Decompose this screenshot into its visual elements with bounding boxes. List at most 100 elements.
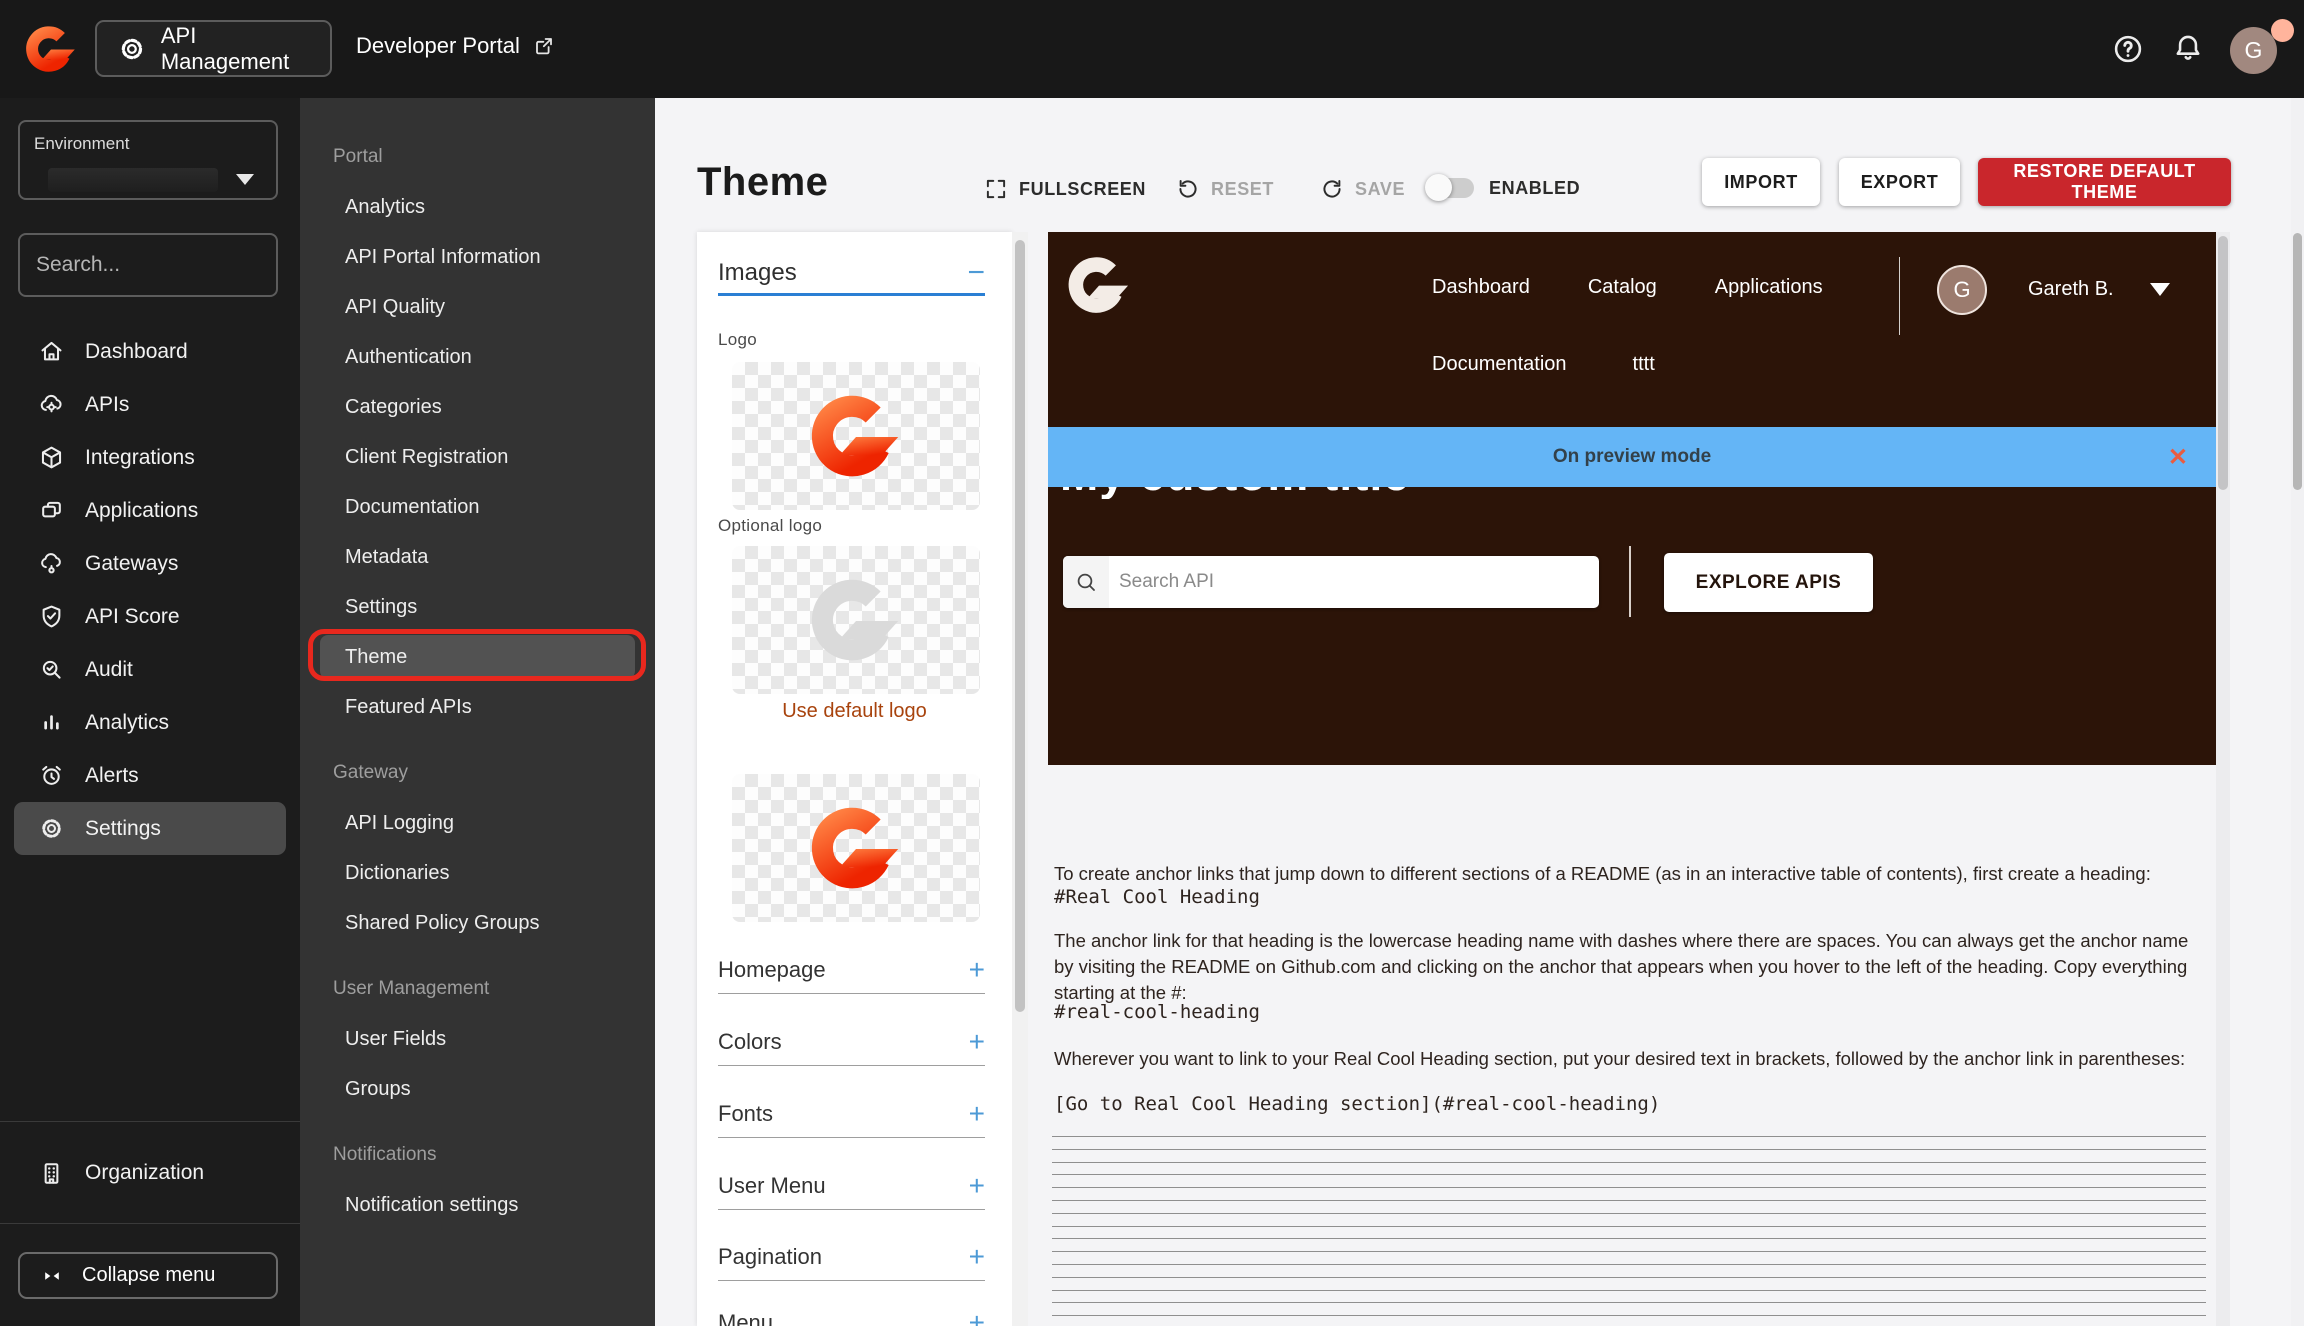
home-icon <box>38 338 65 365</box>
collapse-menu-button[interactable]: Collapse menu <box>18 1252 278 1299</box>
preview-nav-documentation[interactable]: Documentation <box>1432 353 1567 376</box>
preview-user-name[interactable]: Gareth B. <box>2028 278 2114 301</box>
accordion-divider <box>718 993 985 994</box>
explore-apis-button[interactable]: EXPLORE APIS <box>1664 553 1873 612</box>
sidebar-item-label: Dashboard <box>85 340 188 364</box>
accordion-label: User Menu <box>718 1173 826 1199</box>
restore-default-theme-button[interactable]: RESTORE DEFAULT THEME <box>1978 158 2231 206</box>
sidebar-item-dashboard[interactable]: Dashboard <box>14 325 286 378</box>
subsidebar-item-groups[interactable]: Groups <box>300 1064 655 1114</box>
subsidebar-item-categories[interactable]: Categories <box>300 382 655 432</box>
sidebar-item-api-score[interactable]: API Score <box>14 590 286 643</box>
expand-plus-icon[interactable]: + <box>969 956 985 984</box>
reset-button[interactable]: RESET <box>1175 176 1274 202</box>
export-button[interactable]: EXPORT <box>1839 158 1960 206</box>
sidebar-item-alerts[interactable]: Alerts <box>14 749 286 802</box>
subsidebar-item-shared-policy-groups[interactable]: Shared Policy Groups <box>300 898 655 948</box>
subsidebar-item-documentation[interactable]: Documentation <box>300 482 655 532</box>
subsidebar-item-theme[interactable]: Theme <box>320 635 635 679</box>
expand-plus-icon[interactable]: + <box>969 1100 985 1128</box>
favicon-upload-tile[interactable] <box>732 774 980 922</box>
preview-portal-logo-icon[interactable] <box>1066 252 1132 318</box>
preview-scrollbar-thumb[interactable] <box>2218 236 2228 490</box>
sidebar-item-integrations[interactable]: Integrations <box>14 431 286 484</box>
preview-search-input[interactable] <box>1109 571 1599 593</box>
preview-user-avatar[interactable]: G <box>1937 265 1987 315</box>
gravitee-logo-icon <box>808 800 904 896</box>
sidebar-item-analytics[interactable]: Analytics <box>14 696 286 749</box>
preview-search-divider <box>1629 546 1631 617</box>
sidebar-item-apis[interactable]: APIs <box>14 378 286 431</box>
environment-select[interactable]: Environment <box>18 120 278 200</box>
subsidebar-item-api-logging[interactable]: API Logging <box>300 798 655 848</box>
preview-nav-tttt[interactable]: tttt <box>1633 353 1655 376</box>
accordion-homepage[interactable]: Homepage+ <box>718 955 985 985</box>
expand-plus-icon[interactable]: + <box>969 1309 985 1326</box>
fullscreen-icon <box>983 176 1009 202</box>
close-icon[interactable]: ✕ <box>2168 443 2188 472</box>
logo-upload-tile[interactable] <box>732 362 980 510</box>
developer-portal-link[interactable]: Developer Portal <box>356 33 556 59</box>
chevron-down-icon[interactable] <box>2150 283 2170 296</box>
sidebar-item-audit[interactable]: Audit <box>14 643 286 696</box>
panel-scrollbar[interactable] <box>1012 232 1028 1326</box>
skeleton-line <box>1052 1238 2206 1239</box>
images-section-header[interactable]: Images − <box>718 258 985 288</box>
preview-portal-header: Dashboard Catalog Applications Documentati… <box>1048 232 2216 765</box>
subsidebar-item-metadata[interactable]: Metadata <box>300 532 655 582</box>
app-window: API Management Developer Portal G Enviro… <box>0 0 2304 1326</box>
help-icon[interactable] <box>2111 32 2145 66</box>
subsidebar-item-client-registration[interactable]: Client Registration <box>300 432 655 482</box>
collapse-minus-icon[interactable]: − <box>967 258 985 288</box>
subsidebar-item-featured-apis[interactable]: Featured APIs <box>300 682 655 732</box>
subsidebar-item-user-fields[interactable]: User Fields <box>300 1014 655 1064</box>
sidebar-item-gateways[interactable]: Gateways <box>14 537 286 590</box>
preview-nav-catalog[interactable]: Catalog <box>1588 276 1657 299</box>
subsidebar-item-settings[interactable]: Settings <box>300 582 655 632</box>
expand-plus-icon[interactable]: + <box>969 1172 985 1200</box>
expand-plus-icon[interactable]: + <box>969 1028 985 1056</box>
subsidebar-item-authentication[interactable]: Authentication <box>300 332 655 382</box>
readme-paragraph: The anchor link for that heading is the … <box>1054 928 2206 1006</box>
preview-scrollbar[interactable] <box>2216 232 2230 1326</box>
subsidebar-item-notification-settings[interactable]: Notification settings <box>300 1180 655 1230</box>
subsidebar-item-api-quality[interactable]: API Quality <box>300 282 655 332</box>
accordion-divider <box>718 1065 985 1066</box>
sidebar-search-input[interactable] <box>36 253 307 277</box>
subsidebar-item-dictionaries[interactable]: Dictionaries <box>300 848 655 898</box>
preview-nav-applications[interactable]: Applications <box>1715 276 1823 299</box>
accordion-menu[interactable]: Menu+ <box>718 1308 985 1326</box>
window-scrollbar[interactable] <box>2291 98 2304 1326</box>
optional-logo-upload-tile[interactable] <box>732 546 980 694</box>
save-button[interactable]: SAVE <box>1319 176 1405 202</box>
page-title: Theme <box>697 160 828 205</box>
bell-icon[interactable] <box>2171 31 2205 65</box>
user-avatar[interactable]: G <box>2230 27 2277 74</box>
skeleton-line <box>1052 1162 2206 1163</box>
sidebar-item-applications[interactable]: Applications <box>14 484 286 537</box>
import-button[interactable]: IMPORT <box>1702 158 1820 206</box>
sidebar-item-label: APIs <box>85 393 129 417</box>
use-default-logo-link[interactable]: Use default logo <box>697 700 1012 723</box>
expand-plus-icon[interactable]: + <box>969 1243 985 1271</box>
sidebar-item-organization[interactable]: Organization <box>14 1150 286 1196</box>
panel-scrollbar-thumb[interactable] <box>1015 240 1025 1012</box>
preview-nav-dashboard[interactable]: Dashboard <box>1432 276 1530 299</box>
gear-icon <box>38 815 65 842</box>
app-switcher-label: API Management <box>161 23 330 75</box>
accordion-user-menu[interactable]: User Menu + <box>718 1171 985 1201</box>
sidebar-divider <box>0 1121 300 1122</box>
subsidebar-item-analytics[interactable]: Analytics <box>300 182 655 232</box>
window-scrollbar-thumb[interactable] <box>2293 233 2302 490</box>
enabled-label: ENABLED <box>1489 178 1580 199</box>
app-switcher-button[interactable]: API Management <box>95 20 332 77</box>
accordion-pagination[interactable]: Pagination+ <box>718 1242 985 1272</box>
enabled-toggle[interactable] <box>1428 178 1474 198</box>
fullscreen-button[interactable]: FULLSCREEN <box>983 176 1146 202</box>
sidebar-item-settings[interactable]: Settings <box>14 802 286 855</box>
chevron-down-icon <box>236 174 254 185</box>
subsidebar-item-api-portal-information[interactable]: API Portal Information <box>300 232 655 282</box>
subsidebar-section-user-management: User Management <box>300 964 655 1014</box>
accordion-colors[interactable]: Colors+ <box>718 1027 985 1057</box>
accordion-fonts[interactable]: Fonts+ <box>718 1099 985 1129</box>
